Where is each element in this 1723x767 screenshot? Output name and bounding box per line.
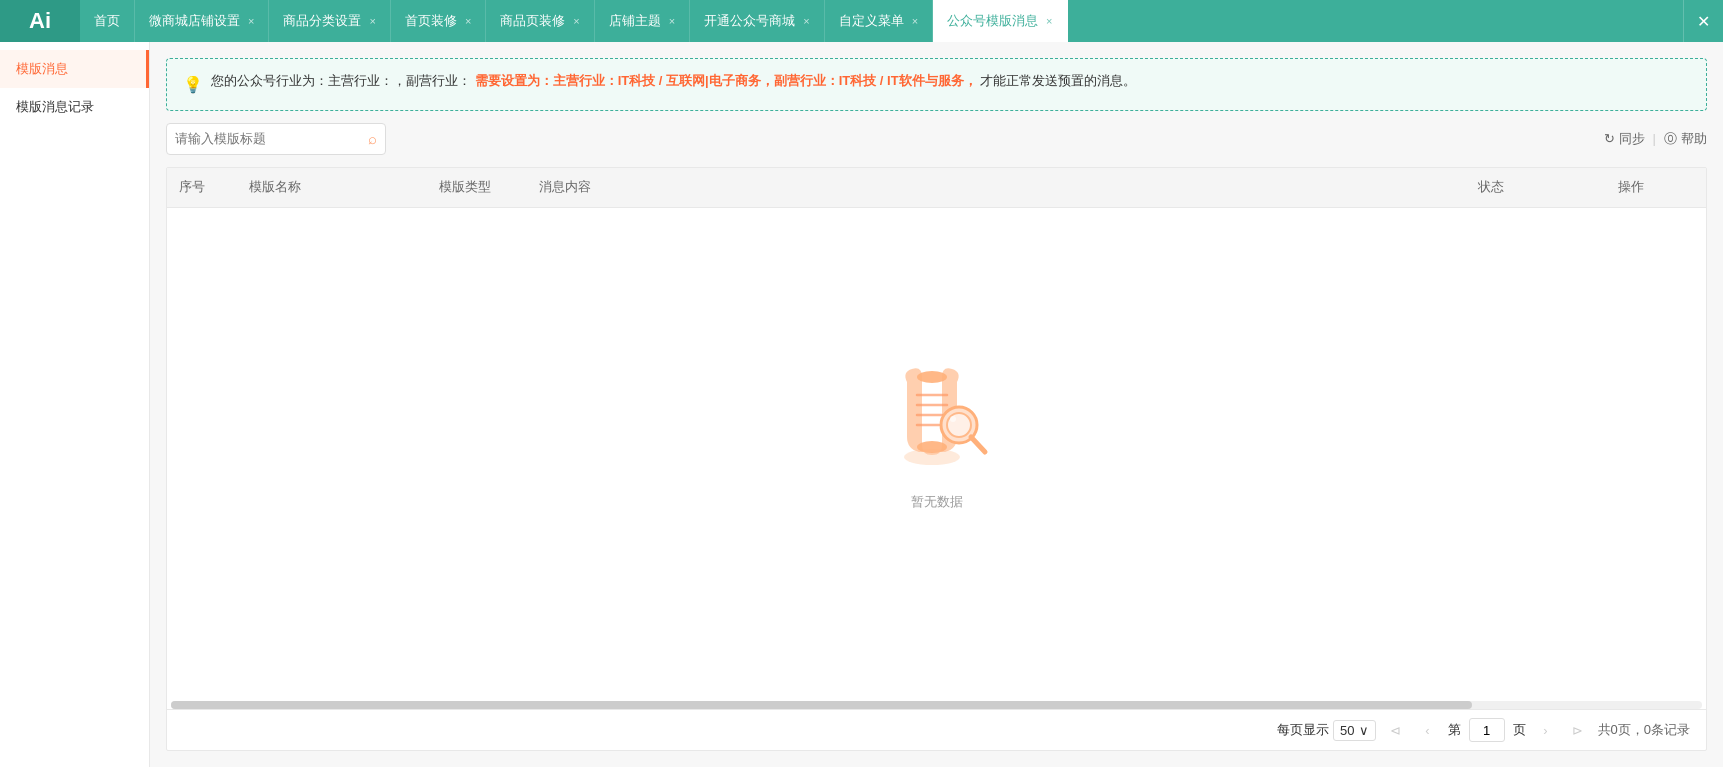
top-nav: Ai 首页微商城店铺设置×商品分类设置×首页装修×商品页装修×店铺主题×开通公众… bbox=[0, 0, 1723, 42]
next-page-button[interactable]: › bbox=[1534, 718, 1558, 742]
page-size-select: 每页显示 50 ∨ bbox=[1277, 720, 1375, 741]
search-input[interactable] bbox=[175, 131, 368, 146]
search-icon[interactable]: ⌕ bbox=[368, 130, 377, 147]
page-size-dropdown[interactable]: 50 ∨ bbox=[1333, 720, 1375, 741]
close-tab-shop-settings[interactable]: × bbox=[248, 15, 254, 27]
prev-page-button[interactable]: ‹ bbox=[1416, 718, 1440, 742]
first-page-button[interactable]: ⊲ bbox=[1384, 718, 1408, 742]
empty-state: 暂无数据 bbox=[167, 208, 1706, 701]
notice-banner: 💡 您的公众号行业为：主营行业：，副营行业： 需要设置为：主营行业：IT科技 /… bbox=[166, 58, 1707, 111]
last-page-button[interactable]: ⊳ bbox=[1566, 718, 1590, 742]
refresh-icon: ↻ bbox=[1604, 131, 1615, 146]
col-header-seq: 序号 bbox=[167, 178, 237, 196]
pagination: 每页显示 50 ∨ ⊲ ‹ 第 页 › ⊳ 共0页，0条记录 bbox=[167, 709, 1706, 750]
close-tab-open-mall[interactable]: × bbox=[803, 15, 809, 27]
sidebar: 模版消息模版消息记录 bbox=[0, 42, 150, 767]
nav-tab-home[interactable]: 首页 bbox=[80, 0, 135, 42]
empty-illustration bbox=[877, 357, 997, 477]
lightbulb-icon: 💡 bbox=[183, 72, 203, 98]
table-header: 序号 模版名称 模版类型 消息内容 状态 操作 bbox=[167, 168, 1706, 208]
nav-tab-custom-menu[interactable]: 自定义菜单× bbox=[825, 0, 933, 42]
page-prefix: 第 bbox=[1448, 721, 1461, 739]
app-logo: Ai bbox=[0, 0, 80, 42]
nav-tab-shop-settings[interactable]: 微商城店铺设置× bbox=[135, 0, 269, 42]
close-all-tabs-button[interactable]: ✕ bbox=[1683, 0, 1723, 42]
sync-button[interactable]: ↻ 同步 bbox=[1604, 130, 1645, 148]
svg-line-9 bbox=[971, 437, 985, 452]
chevron-down-icon: ∨ bbox=[1359, 723, 1369, 738]
content-area: 💡 您的公众号行业为：主营行业：，副营行业： 需要设置为：主营行业：IT科技 /… bbox=[150, 42, 1723, 767]
current-page-input[interactable] bbox=[1469, 718, 1505, 742]
nav-tab-product-decoration[interactable]: 商品页装修× bbox=[486, 0, 594, 42]
close-tab-product-decoration[interactable]: × bbox=[573, 15, 579, 27]
scrollbar-thumb[interactable] bbox=[171, 701, 1472, 709]
col-header-action: 操作 bbox=[1606, 178, 1706, 196]
svg-point-2 bbox=[917, 441, 947, 453]
nav-tab-store-theme[interactable]: 店铺主题× bbox=[595, 0, 690, 42]
page-size-value: 50 bbox=[1340, 723, 1354, 738]
close-tab-template-message[interactable]: × bbox=[1046, 15, 1052, 27]
help-icon: ⓪ bbox=[1664, 130, 1677, 148]
empty-text: 暂无数据 bbox=[911, 493, 963, 511]
main-layout: 模版消息模版消息记录 💡 您的公众号行业为：主营行业：，副营行业： 需要设置为：… bbox=[0, 42, 1723, 767]
sidebar-item-template-message[interactable]: 模版消息 bbox=[0, 50, 149, 88]
col-header-name: 模版名称 bbox=[237, 178, 427, 196]
total-info: 共0页，0条记录 bbox=[1598, 721, 1690, 739]
toolbar-right: ↻ 同步 | ⓪ 帮助 bbox=[1604, 130, 1707, 148]
col-header-status: 状态 bbox=[1466, 178, 1606, 196]
close-tab-store-theme[interactable]: × bbox=[669, 15, 675, 27]
close-tab-category-settings[interactable]: × bbox=[369, 15, 375, 27]
nav-tab-open-mall[interactable]: 开通公众号商城× bbox=[690, 0, 824, 42]
col-header-type: 模版类型 bbox=[427, 178, 527, 196]
svg-point-10 bbox=[950, 416, 956, 422]
col-header-content: 消息内容 bbox=[527, 178, 1466, 196]
sidebar-item-template-record[interactable]: 模版消息记录 bbox=[0, 88, 149, 126]
svg-point-1 bbox=[917, 371, 947, 383]
page-unit: 页 bbox=[1513, 721, 1526, 739]
close-tab-custom-menu[interactable]: × bbox=[912, 15, 918, 27]
notice-text: 您的公众号行业为：主营行业：，副营行业： 需要设置为：主营行业：IT科技 / 互… bbox=[211, 71, 1136, 92]
data-table: 序号 模版名称 模版类型 消息内容 状态 操作 bbox=[166, 167, 1707, 751]
nav-tab-home-decoration[interactable]: 首页装修× bbox=[391, 0, 486, 42]
page-size-label: 每页显示 bbox=[1277, 721, 1329, 739]
search-input-wrap[interactable]: ⌕ bbox=[166, 123, 386, 155]
search-bar: ⌕ ↻ 同步 | ⓪ 帮助 bbox=[166, 123, 1707, 155]
divider: | bbox=[1653, 131, 1656, 146]
close-tab-home-decoration[interactable]: × bbox=[465, 15, 471, 27]
nav-tab-category-settings[interactable]: 商品分类设置× bbox=[269, 0, 390, 42]
nav-tabs: 首页微商城店铺设置×商品分类设置×首页装修×商品页装修×店铺主题×开通公众号商城… bbox=[80, 0, 1683, 42]
nav-tab-template-message[interactable]: 公众号模版消息× bbox=[933, 0, 1067, 42]
help-button[interactable]: ⓪ 帮助 bbox=[1664, 130, 1707, 148]
svg-point-8 bbox=[947, 413, 971, 437]
horizontal-scrollbar[interactable] bbox=[171, 701, 1702, 709]
